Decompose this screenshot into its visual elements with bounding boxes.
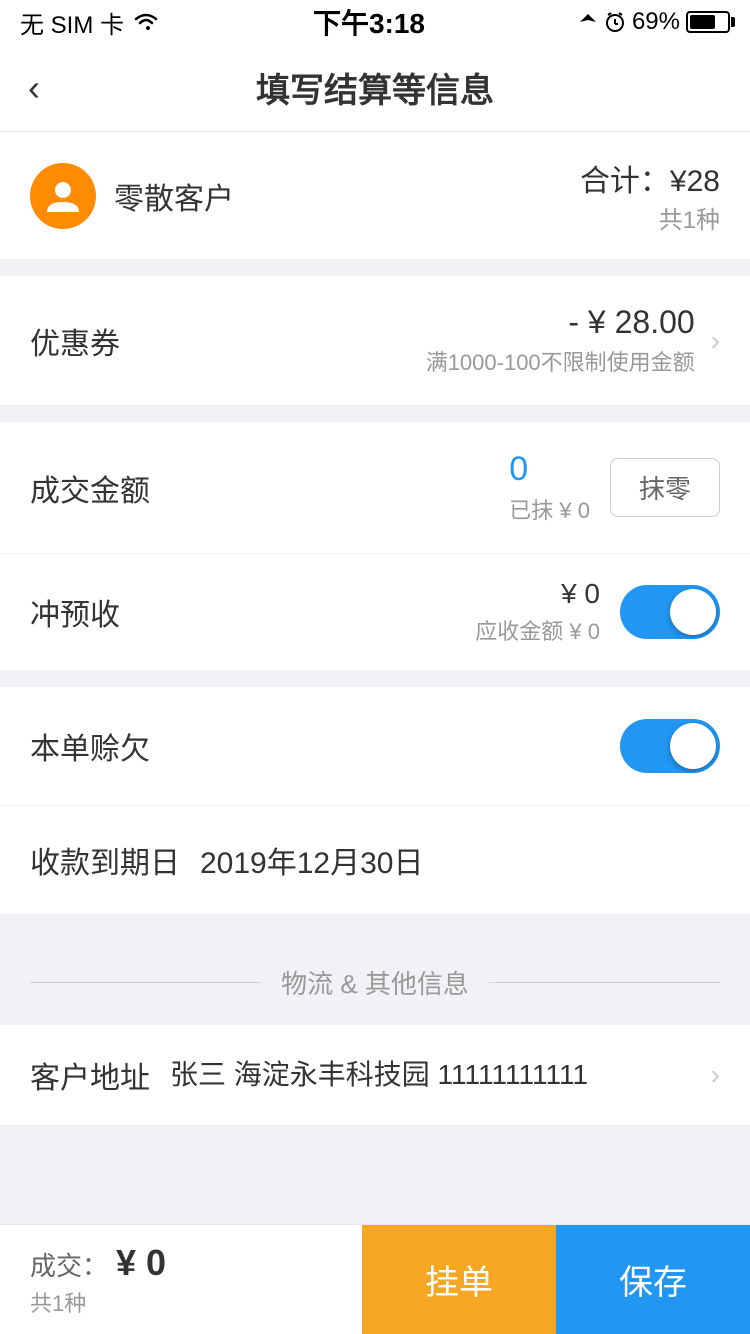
round-button[interactable]: 抹零 xyxy=(610,458,720,517)
duedate-value: 2019年12月30日 xyxy=(200,838,423,882)
customer-avatar xyxy=(30,163,96,229)
back-button[interactable]: ‹ xyxy=(28,67,40,109)
advance-col: ¥ 0 应收金额 ¥ 0 xyxy=(475,578,600,646)
address-chevron-icon: › xyxy=(711,1059,720,1091)
address-value: 张三 海淀永丰科技园 11111111111 xyxy=(170,1053,588,1093)
advance-sub: 应收金额 ¥ 0 xyxy=(475,614,600,646)
battery-percent: 69% xyxy=(632,8,680,36)
no-sim-text: 无 SIM 卡 xyxy=(20,5,124,40)
bottom-deal-row: 成交： ¥ 0 xyxy=(30,1242,332,1284)
coupon-amount: - ¥ 28.00 xyxy=(426,304,695,341)
person-icon xyxy=(43,176,83,216)
divider-2 xyxy=(0,406,750,422)
coupon-sub: 满1000-100不限制使用金额 xyxy=(426,345,695,377)
advance-right: ¥ 0 应收金额 ¥ 0 xyxy=(475,578,720,646)
customer-right: 合计：¥28 共1种 xyxy=(580,156,720,235)
status-bar: 无 SIM 卡 下午3:18 69% xyxy=(0,0,750,44)
status-time: 下午3:18 xyxy=(313,2,425,42)
deal-value: 0 xyxy=(509,450,590,489)
debt-row: 本单赊欠 xyxy=(0,687,750,806)
debt-toggle[interactable] xyxy=(620,719,720,773)
deal-value-col: 0 已抹 ¥ 0 xyxy=(509,450,590,525)
save-button[interactable]: 保存 xyxy=(556,1225,750,1334)
debt-label: 本单赊欠 xyxy=(30,724,150,768)
customer-left: 零散客户 xyxy=(30,163,234,229)
advance-row: 冲预收 ¥ 0 应收金额 ¥ 0 xyxy=(0,554,750,671)
bottom-deal-label: 成交： xyxy=(30,1246,108,1283)
divider-4 xyxy=(0,914,750,944)
logistics-label: 物流 & 其他信息 xyxy=(281,964,469,1001)
deal-row: 成交金额 0 已抹 ¥ 0 抹零 xyxy=(0,422,750,554)
advance-toggle[interactable] xyxy=(620,585,720,639)
bottom-info: 成交： ¥ 0 共1种 xyxy=(0,1242,362,1318)
status-left: 无 SIM 卡 xyxy=(20,5,160,40)
chevron-right-icon: › xyxy=(711,325,720,357)
customer-row: 零散客户 合计：¥28 共1种 xyxy=(0,132,750,260)
address-left: 客户地址 张三 海淀永丰科技园 11111111111 xyxy=(30,1053,588,1097)
address-row[interactable]: 客户地址 张三 海淀永丰科技园 11111111111 › xyxy=(0,1025,750,1126)
debt-toggle-knob xyxy=(670,723,716,769)
coupon-row[interactable]: 优惠券 - ¥ 28.00 满1000-100不限制使用金额 › xyxy=(0,276,750,406)
nav-bar: ‹ 填写结算等信息 xyxy=(0,44,750,132)
customer-count: 共1种 xyxy=(580,200,720,235)
wifi-icon xyxy=(132,12,160,32)
location-icon xyxy=(578,12,598,32)
coupon-label: 优惠券 xyxy=(30,319,120,363)
customer-total: 合计：¥28 xyxy=(580,156,720,200)
logistics-line-left xyxy=(30,982,261,983)
battery-icon xyxy=(686,11,730,33)
advance-amount: ¥ 0 xyxy=(475,578,600,610)
logistics-line-right xyxy=(489,982,720,983)
status-right: 69% xyxy=(578,8,730,36)
deal-sub: 已抹 ¥ 0 xyxy=(509,493,590,525)
bottom-bar: 成交： ¥ 0 共1种 挂单 保存 xyxy=(0,1224,750,1334)
divider-1 xyxy=(0,260,750,276)
bottom-count: 共1种 xyxy=(30,1286,332,1318)
duedate-row[interactable]: 收款到期日 2019年12月30日 xyxy=(0,806,750,914)
logistics-header: 物流 & 其他信息 xyxy=(0,944,750,1021)
advance-label: 冲预收 xyxy=(30,590,120,634)
deal-right: 0 已抹 ¥ 0 抹零 xyxy=(509,450,720,525)
coupon-info: - ¥ 28.00 满1000-100不限制使用金额 xyxy=(426,304,695,377)
customer-name: 零散客户 xyxy=(114,174,234,218)
address-label: 客户地址 xyxy=(30,1053,150,1097)
page-title: 填写结算等信息 xyxy=(256,63,494,112)
alarm-icon xyxy=(604,11,626,33)
content: 零散客户 合计：¥28 共1种 优惠券 - ¥ 28.00 满1000-100不… xyxy=(0,132,750,1246)
divider-3 xyxy=(0,671,750,687)
deal-label: 成交金额 xyxy=(30,466,150,510)
bottom-deal-amount: ¥ 0 xyxy=(116,1242,166,1284)
coupon-right: - ¥ 28.00 满1000-100不限制使用金额 › xyxy=(426,304,720,377)
advance-toggle-knob xyxy=(670,589,716,635)
deal-amount-section: 成交金额 0 已抹 ¥ 0 抹零 xyxy=(0,422,750,554)
duedate-label: 收款到期日 xyxy=(30,838,180,882)
hold-button[interactable]: 挂单 xyxy=(362,1225,556,1334)
